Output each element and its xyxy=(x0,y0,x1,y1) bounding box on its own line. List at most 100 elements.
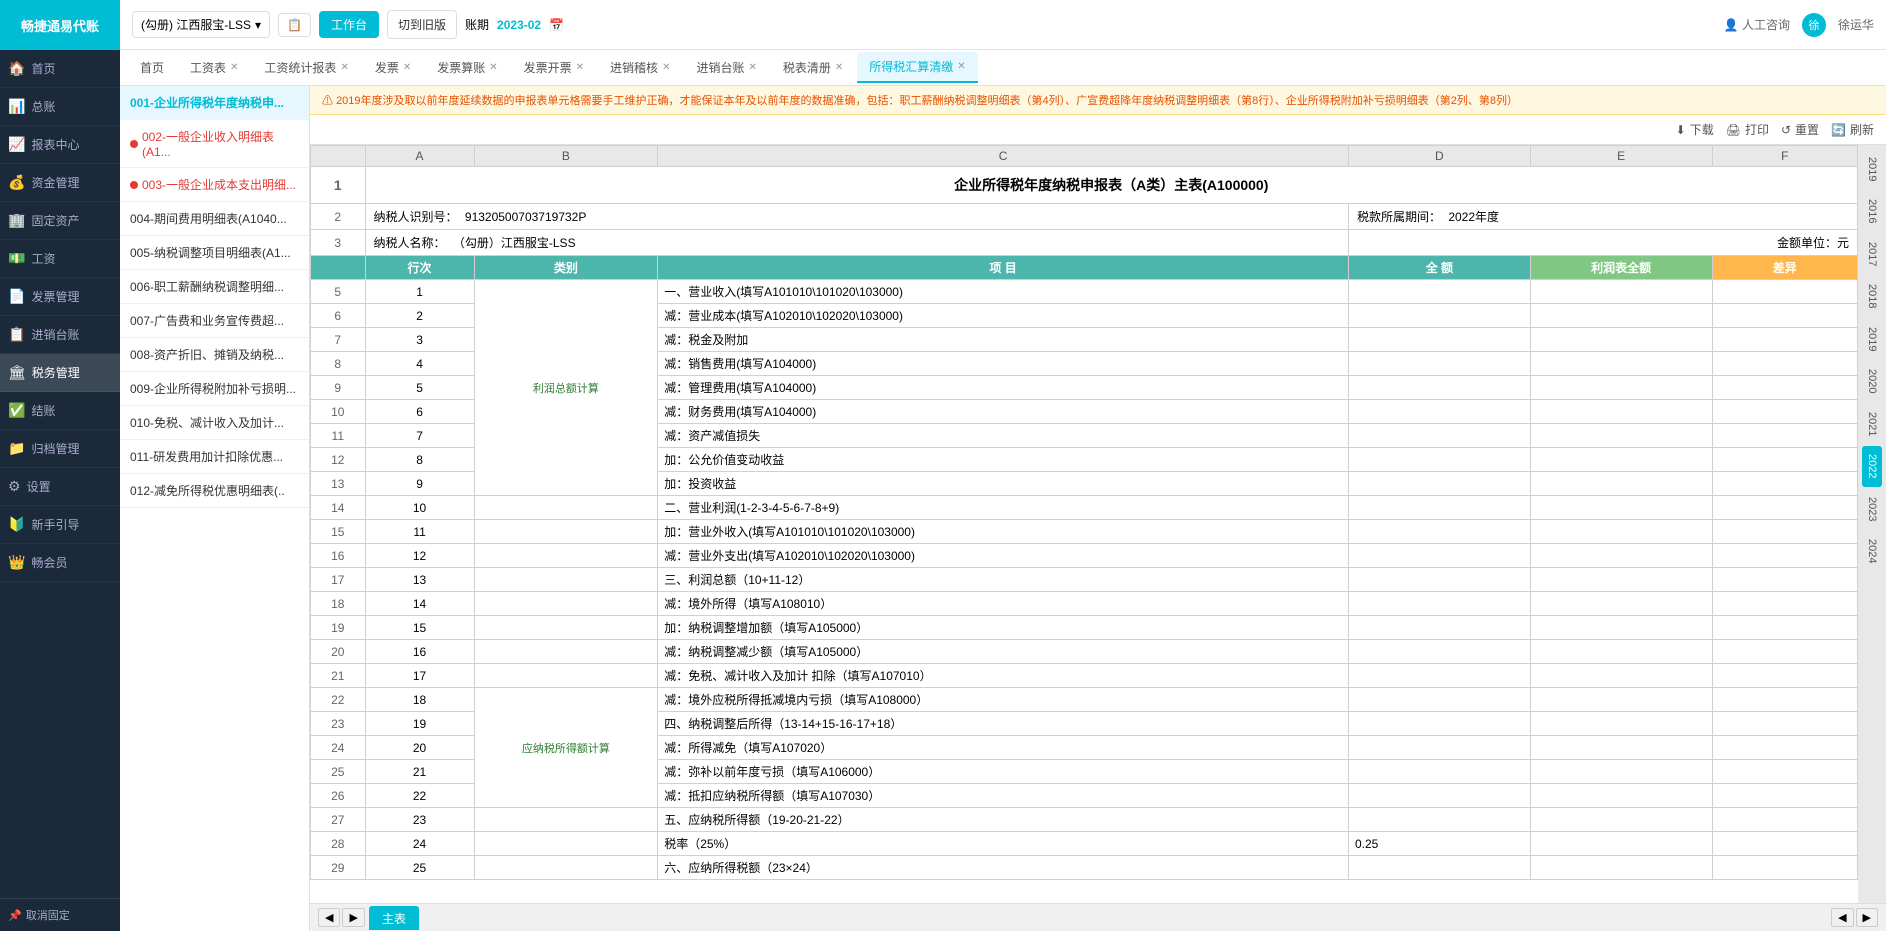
left-item-002[interactable]: 002-一般企业收入明细表(A1... xyxy=(120,120,309,168)
vip-icon: 👑 xyxy=(8,554,25,571)
reset-button[interactable]: ↺ 重置 xyxy=(1781,121,1819,138)
ledger-icon: 📊 xyxy=(8,98,25,115)
tab-close-tax-clearance[interactable]: ✕ xyxy=(835,62,843,73)
scroll-left-button[interactable]: ◀ xyxy=(1831,908,1853,927)
table-container[interactable]: A B C D E F 1 企业所 xyxy=(310,145,1858,903)
pin-button[interactable]: 📌 取消固定 xyxy=(0,899,120,931)
sidebar-item-close[interactable]: ✅ 结账 xyxy=(0,392,120,430)
sidebar-item-tax[interactable]: 🏛 税务管理 xyxy=(0,354,120,392)
ai-consult[interactable]: 👤 人工咨询 xyxy=(1724,16,1790,33)
reset-icon: ↺ xyxy=(1781,123,1791,137)
left-item-012[interactable]: 012-减免所得税优惠明细表(.. xyxy=(120,474,309,508)
header-quane: 全 额 xyxy=(1348,256,1530,280)
sidebar-item-vip[interactable]: 👑 畅会员 xyxy=(0,544,120,582)
year-2016[interactable]: 2016 xyxy=(1862,191,1882,231)
tab-payroll-stats[interactable]: 工资统计报表 ✕ xyxy=(252,53,360,82)
year-2018[interactable]: 2018 xyxy=(1862,276,1882,316)
left-item-011[interactable]: 011-研发费用加计扣除优惠... xyxy=(120,440,309,474)
sidebar-item-payroll[interactable]: 💵 工资 xyxy=(0,240,120,278)
sidebar-item-sales[interactable]: 📋 进销台账 xyxy=(0,316,120,354)
left-item-008[interactable]: 008-资产折旧、摊销及纳税... xyxy=(120,338,309,372)
left-item-006[interactable]: 006-职工薪酬纳税调整明细... xyxy=(120,270,309,304)
switch-version-button[interactable]: 切到旧版 xyxy=(387,10,457,39)
company-selector[interactable]: (勾册) 江西服宝-LSS ▾ xyxy=(132,11,270,38)
col-header-c: C xyxy=(658,146,1349,167)
sidebar-item-guide[interactable]: 🔰 新手引导 xyxy=(0,506,120,544)
guide-icon: 🔰 xyxy=(8,516,25,533)
right-panel: ⚠ 2019年度涉及取以前年度延续数据的申报表单元格需要手工维护正确，才能保证本… xyxy=(310,86,1886,931)
sheet-prev-button[interactable]: ◀ xyxy=(318,908,340,927)
year-2020[interactable]: 2020 xyxy=(1862,361,1882,401)
year-2019[interactable]: 2019 xyxy=(1862,319,1882,359)
left-item-009[interactable]: 009-企业所得税附加补亏损明... xyxy=(120,372,309,406)
year-2019-top[interactable]: 2019 xyxy=(1862,149,1882,189)
reports-icon: 📈 xyxy=(8,136,25,153)
print-button[interactable]: 🖨 打印 xyxy=(1726,121,1769,138)
tab-invoice-open[interactable]: 发票开票 ✕ xyxy=(512,53,596,82)
print-icon: 🖨 xyxy=(1726,123,1741,137)
sidebar-item-ledger[interactable]: 📊 总账 xyxy=(0,88,120,126)
header-xingci: 行次 xyxy=(365,256,474,280)
company-label: (勾册) 江西服宝-LSS xyxy=(141,16,251,33)
table-row: 22 18 应纳税所得额计算 减：境外应税所得抵减境内亏损（填写A108000） xyxy=(311,688,1858,712)
invoice-icon: 📄 xyxy=(8,288,25,305)
calendar-icon[interactable]: 📅 xyxy=(549,18,564,32)
tab-tax-clearance[interactable]: 税表清册 ✕ xyxy=(771,53,855,82)
tab-sales-check[interactable]: 进销稽核 ✕ xyxy=(598,53,682,82)
scroll-right-button[interactable]: ▶ xyxy=(1856,908,1878,927)
tab-close-payroll[interactable]: ✕ xyxy=(230,62,238,73)
year-2021[interactable]: 2021 xyxy=(1862,404,1882,444)
account-label: 账期 xyxy=(465,16,489,33)
tab-close-sales-ledger[interactable]: ✕ xyxy=(748,62,756,73)
ai-icon: 👤 xyxy=(1724,18,1739,32)
left-item-004[interactable]: 004-期间费用明细表(A1040... xyxy=(120,202,309,236)
left-item-010[interactable]: 010-免税、减计收入及加计... xyxy=(120,406,309,440)
sidebar-item-assets[interactable]: 🏢 固定资产 xyxy=(0,202,120,240)
sidebar-item-archive[interactable]: 📁 归档管理 xyxy=(0,430,120,468)
warning-icon: ⚠ xyxy=(322,95,333,107)
tab-close-invoice-open[interactable]: ✕ xyxy=(576,62,584,73)
content-area: 001-企业所得税年度纳税申... 002-一般企业收入明细表(A1... 00… xyxy=(120,86,1886,931)
sidebar-item-settings[interactable]: ⚙ 设置 xyxy=(0,468,120,506)
left-item-001[interactable]: 001-企业所得税年度纳税申... xyxy=(120,86,309,120)
tab-close-invoice[interactable]: ✕ xyxy=(403,62,411,73)
left-panel: 001-企业所得税年度纳税申... 002-一般企业收入明细表(A1... 00… xyxy=(120,86,310,931)
sidebar-item-invoice[interactable]: 📄 发票管理 xyxy=(0,278,120,316)
table-row-company: 3 纳税人名称： （勾册）江西服宝-LSS 金额单位：元 xyxy=(311,230,1858,256)
table-row: 29 25 六、应纳所得税额（23×24） xyxy=(311,856,1858,880)
tab-home[interactable]: 首页 xyxy=(128,53,176,82)
sidebar-item-reports[interactable]: 📈 报表中心 xyxy=(0,126,120,164)
table-row: 19 15 加：纳税调整增加额（填写A105000） xyxy=(311,616,1858,640)
finance-icon: 💰 xyxy=(8,174,25,191)
tab-sales-ledger[interactable]: 进销台账 ✕ xyxy=(684,53,768,82)
workbench-button[interactable]: 工作台 xyxy=(319,11,379,38)
sheet-next-button[interactable]: ▶ xyxy=(342,908,364,927)
sidebar-item-finance[interactable]: 💰 资金管理 xyxy=(0,164,120,202)
tab-close-invoice-calc[interactable]: ✕ xyxy=(489,62,497,73)
refresh-button[interactable]: 🔄 刷新 xyxy=(1831,121,1874,138)
table-row-taxid: 2 纳税人识别号： 91320500703719732P 税款所属期间： 202… xyxy=(311,204,1858,230)
copy-button[interactable]: 📋 xyxy=(278,13,311,37)
sheet-tab-nav: ◀ ▶ xyxy=(318,908,365,927)
table-row: 15 11 加：营业外收入(填写A101010\101020\103000) xyxy=(311,520,1858,544)
tab-invoice-calc[interactable]: 发票算账 ✕ xyxy=(425,53,509,82)
tab-income-tax[interactable]: 所得税汇算清缴 ✕ xyxy=(857,52,977,83)
left-item-005[interactable]: 005-纳税调整项目明细表(A1... xyxy=(120,236,309,270)
table-row: 20 16 减：纳税调整减少额（填写A105000） xyxy=(311,640,1858,664)
tab-invoice[interactable]: 发票 ✕ xyxy=(363,53,423,82)
year-2022[interactable]: 2022 xyxy=(1862,446,1882,486)
sheet-tabs: ◀ ▶ 主表 ◀ ▶ xyxy=(310,903,1886,931)
year-2017[interactable]: 2017 xyxy=(1862,234,1882,274)
year-2023[interactable]: 2023 xyxy=(1862,489,1882,529)
left-item-003[interactable]: 003-一般企业成本支出明细... xyxy=(120,168,309,202)
tab-close-income-tax[interactable]: ✕ xyxy=(957,61,965,72)
year-2024[interactable]: 2024 xyxy=(1862,531,1882,571)
download-button[interactable]: ⬇ 下载 xyxy=(1676,121,1714,138)
left-item-007[interactable]: 007-广告费和业务宣传费超... xyxy=(120,304,309,338)
tab-payroll[interactable]: 工资表 ✕ xyxy=(178,53,250,82)
tab-close-payroll-stats[interactable]: ✕ xyxy=(340,62,348,73)
tab-close-sales-check[interactable]: ✕ xyxy=(662,62,670,73)
table-row: 5 1 利润总额计算 一、营业收入(填写A101010\101020\10300… xyxy=(311,280,1858,304)
sidebar-item-home[interactable]: 🏠 首页 xyxy=(0,50,120,88)
sheet-tab-main[interactable]: 主表 xyxy=(369,906,419,930)
